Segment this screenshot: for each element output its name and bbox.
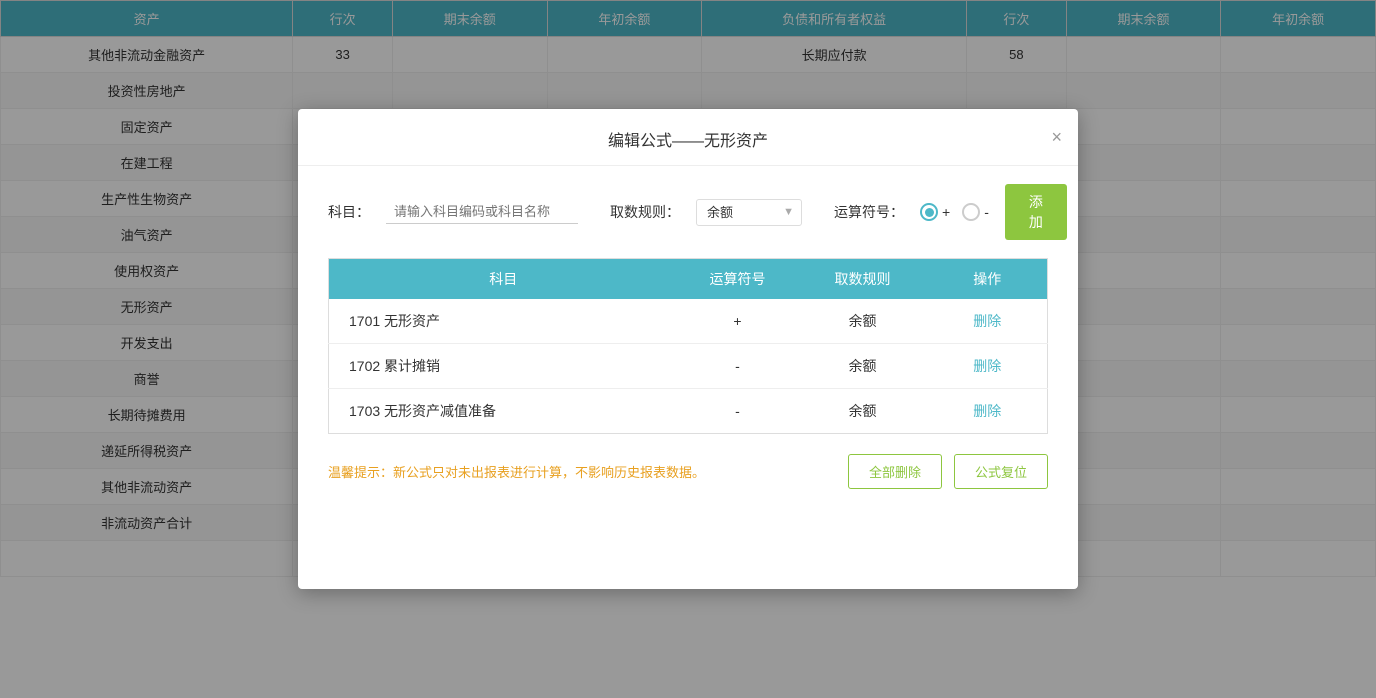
col-rule: 取数规则 (798, 259, 928, 300)
add-button[interactable]: 添加 (1005, 184, 1067, 240)
delete-link[interactable]: 删除 (973, 403, 1001, 419)
operator-cell: - (678, 344, 798, 389)
action-cell: 删除 (928, 389, 1048, 434)
subject-cell: 1701 无形资产 (329, 299, 678, 344)
table-row: 1703 无形资产减值准备-余额 删除 (329, 389, 1048, 434)
delete-link[interactable]: 删除 (973, 313, 1001, 329)
operator-radio-group: + - (920, 203, 989, 221)
operator-minus-label: - (984, 204, 989, 220)
delete-link[interactable]: 删除 (973, 358, 1001, 374)
reset-button[interactable]: 公式复位 (954, 454, 1048, 489)
rule-select[interactable]: 余额 借方发生额 贷方发生额 期初余额 (696, 199, 802, 226)
close-icon[interactable]: × (1051, 128, 1062, 146)
operator-plus-radio[interactable]: + (920, 203, 950, 221)
modal-overlay: 编辑公式——无形资产 × 科目： 取数规则： 余额 借方发生额 贷方发生额 期初… (0, 0, 1376, 698)
table-row: 1701 无形资产+余额 删除 (329, 299, 1048, 344)
footer-buttons: 全部删除 公式复位 (848, 454, 1048, 489)
inner-table-wrap: 科目 运算符号 取数规则 操作 1701 无形资产+余额删除1702 累计摊销-… (328, 258, 1048, 434)
col-subject: 科目 (329, 259, 678, 300)
radio-circle-plus (920, 203, 938, 221)
rule-select-wrap: 余额 借方发生额 贷方发生额 期初余额 ▼ (696, 199, 802, 226)
rule-cell: 余额 (798, 299, 928, 344)
operator-label: 运算符号： (834, 202, 904, 222)
col-action: 操作 (928, 259, 1048, 300)
hint-prefix: 温馨提示：新公式只对未出报表进行计算，不影响历史报表数据。 (328, 465, 705, 480)
action-cell: 删除 (928, 344, 1048, 389)
radio-circle-minus (962, 203, 980, 221)
modal-title: 编辑公式——无形资产 (608, 127, 768, 151)
delete-all-button[interactable]: 全部删除 (848, 454, 942, 489)
operator-cell: - (678, 389, 798, 434)
operator-plus-label: + (942, 204, 950, 220)
subject-input[interactable] (386, 200, 578, 224)
subject-label: 科目： (328, 202, 370, 222)
rule-label: 取数规则： (610, 202, 680, 222)
modal-header: 编辑公式——无形资产 × (298, 109, 1078, 166)
subject-cell: 1703 无形资产减值准备 (329, 389, 678, 434)
operator-cell: + (678, 299, 798, 344)
rule-cell: 余额 (798, 344, 928, 389)
subject-cell: 1702 累计摊销 (329, 344, 678, 389)
operator-minus-radio[interactable]: - (962, 203, 989, 221)
form-row: 科目： 取数规则： 余额 借方发生额 贷方发生额 期初余额 ▼ 运算符号： + (298, 166, 1078, 258)
inner-table: 科目 运算符号 取数规则 操作 1701 无形资产+余额删除1702 累计摊销-… (328, 258, 1048, 434)
col-operator: 运算符号 (678, 259, 798, 300)
rule-cell: 余额 (798, 389, 928, 434)
footer-hint: 温馨提示：新公式只对未出报表进行计算，不影响历史报表数据。 (328, 462, 705, 481)
table-row: 1702 累计摊销-余额 删除 (329, 344, 1048, 389)
action-cell: 删除 (928, 299, 1048, 344)
modal-dialog: 编辑公式——无形资产 × 科目： 取数规则： 余额 借方发生额 贷方发生额 期初… (298, 109, 1078, 589)
modal-footer: 温馨提示：新公式只对未出报表进行计算，不影响历史报表数据。 全部删除 公式复位 (298, 434, 1078, 499)
